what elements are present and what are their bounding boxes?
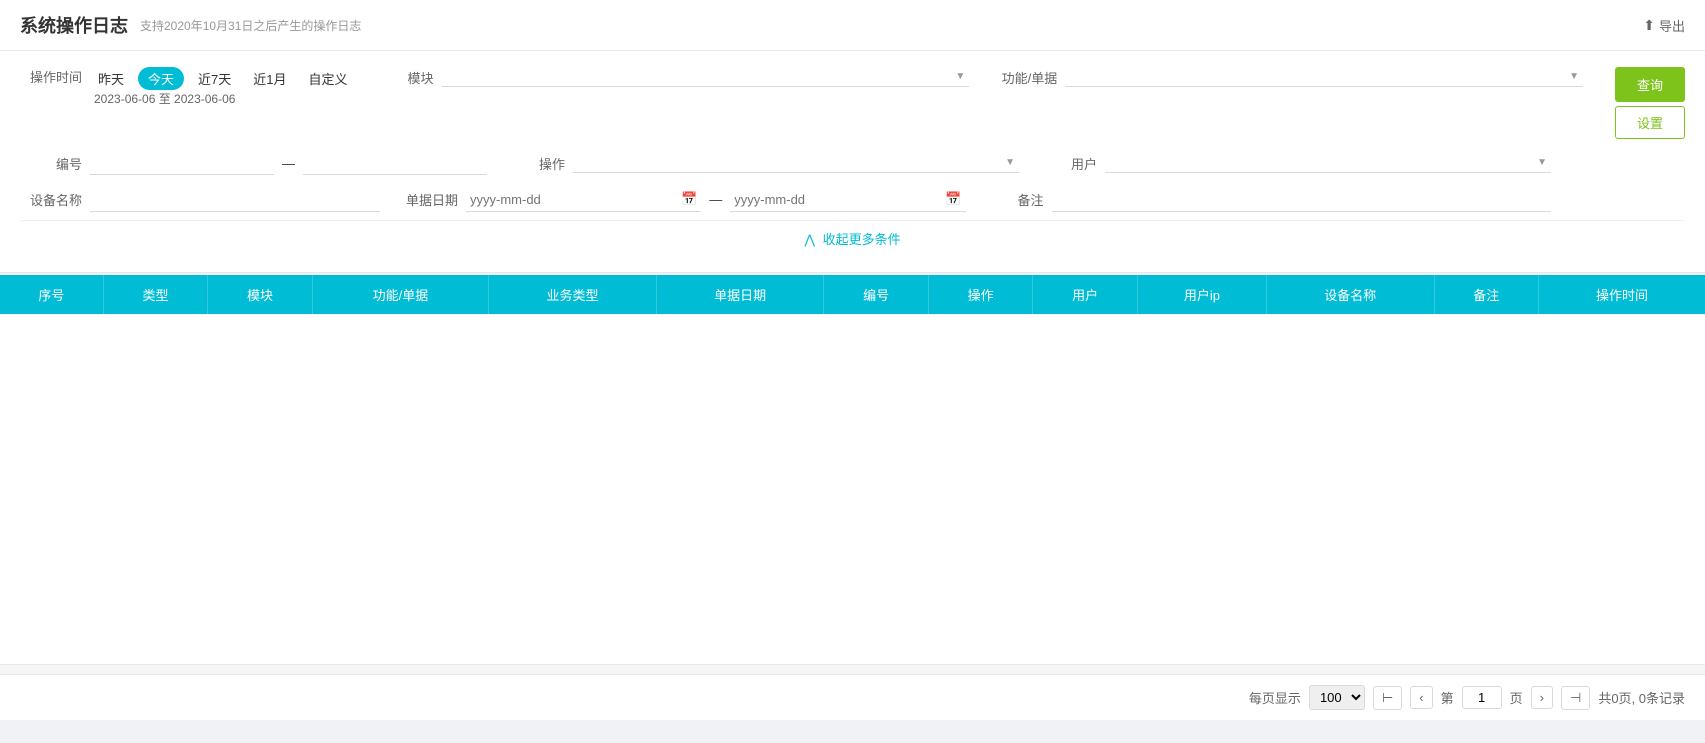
table-header: 序号类型模块功能/单据业务类型单据日期编号操作用户用户ip设备名称备注操作时间 <box>0 275 1705 314</box>
filter-section: 操作时间 昨天 今天 近7天 近1月 自定义 2023-06-06 至 2023… <box>0 51 1705 273</box>
operation-label: 操作 <box>503 154 573 173</box>
table-header-cell: 序号 <box>0 275 103 314</box>
time-btn-7days[interactable]: 近7天 <box>190 67 239 90</box>
scrollbar-area[interactable] <box>0 664 1705 674</box>
table-header-cell: 业务类型 <box>489 275 657 314</box>
page-label-pre: 第 <box>1441 688 1454 707</box>
module-select[interactable]: ▼ <box>442 67 970 87</box>
date-end-input[interactable] <box>734 192 945 207</box>
table-header-cell: 备注 <box>1434 275 1538 314</box>
table-header-cell: 功能/单据 <box>312 275 488 314</box>
page-subtitle: 支持2020年10月31日之后产生的操作日志 <box>140 17 361 34</box>
page-title: 系统操作日志 <box>20 12 128 38</box>
total-label: 共0页, 0条记录 <box>1598 688 1685 707</box>
table-section: 序号类型模块功能/单据业务类型单据日期编号操作用户用户ip设备名称备注操作时间 <box>0 275 1705 664</box>
function-label: 功能/单据 <box>985 68 1065 87</box>
user-select[interactable]: ▼ <box>1105 153 1551 173</box>
calendar-icon-end[interactable]: 📅 <box>945 191 961 207</box>
device-input[interactable] <box>90 188 380 212</box>
function-dropdown-icon: ▼ <box>1569 71 1579 82</box>
time-label: 操作时间 <box>20 67 90 86</box>
collapse-label: 收起更多条件 <box>823 232 901 247</box>
page-header: 系统操作日志 支持2020年10月31日之后产生的操作日志 ⬆ 导出 <box>0 0 1705 51</box>
table-header-cell: 设备名称 <box>1266 275 1434 314</box>
export-label: 导出 <box>1659 16 1685 35</box>
collapse-icon: ⋀ <box>804 232 815 247</box>
time-range-text: 2023-06-06 至 2023-06-06 <box>94 90 356 107</box>
next-page-button[interactable]: › <box>1531 686 1553 709</box>
operation-dropdown-icon: ▼ <box>1005 157 1015 168</box>
module-label: 模块 <box>372 68 442 87</box>
function-select[interactable]: ▼ <box>1065 67 1583 87</box>
table-header-cell: 单据日期 <box>656 275 824 314</box>
data-table: 序号类型模块功能/单据业务类型单据日期编号操作用户用户ip设备名称备注操作时间 <box>0 275 1705 314</box>
time-btn-today[interactable]: 今天 <box>138 67 184 90</box>
user-dropdown-icon: ▼ <box>1537 157 1547 168</box>
code-label: 编号 <box>20 154 90 173</box>
table-header-cell: 操作 <box>928 275 1032 314</box>
per-page-label: 每页显示 <box>1249 688 1301 707</box>
page-number-input[interactable] <box>1462 686 1502 709</box>
export-icon: ⬆ <box>1643 17 1655 34</box>
table-header-cell: 编号 <box>824 275 928 314</box>
time-btn-1month[interactable]: 近1月 <box>245 67 294 90</box>
time-options: 昨天 今天 近7天 近1月 自定义 <box>90 67 356 90</box>
remark-input[interactable] <box>1052 188 1552 212</box>
date-dash: — <box>705 192 726 207</box>
remark-label: 备注 <box>982 190 1052 209</box>
empty-area <box>0 314 1705 664</box>
query-button[interactable]: 查询 <box>1615 67 1685 102</box>
code-input-start[interactable] <box>90 151 274 175</box>
last-page-button[interactable]: ⊣ <box>1561 686 1590 710</box>
setting-button[interactable]: 设置 <box>1615 106 1685 139</box>
time-btn-yesterday[interactable]: 昨天 <box>90 67 132 90</box>
first-page-button[interactable]: ⊢ <box>1373 686 1402 710</box>
code-dash: — <box>274 156 303 171</box>
code-input-end[interactable] <box>303 151 487 175</box>
table-header-cell: 用户 <box>1033 275 1137 314</box>
date-start-input[interactable] <box>470 192 681 207</box>
table-header-cell: 类型 <box>103 275 207 314</box>
device-label: 设备名称 <box>20 190 90 209</box>
scrollbar-inner <box>0 665 1705 674</box>
voucher-date-label: 单据日期 <box>396 190 466 209</box>
page-label-post: 页 <box>1510 688 1523 707</box>
per-page-select[interactable]: 100 50 200 <box>1309 685 1365 710</box>
module-dropdown-icon: ▼ <box>955 71 965 82</box>
action-buttons: 查询 设置 <box>1615 67 1685 139</box>
collapse-bar[interactable]: ⋀ 收起更多条件 <box>20 220 1685 256</box>
user-label: 用户 <box>1035 154 1105 173</box>
calendar-icon-start[interactable]: 📅 <box>681 191 697 207</box>
export-button[interactable]: ⬆ 导出 <box>1643 16 1685 35</box>
operation-select[interactable]: ▼ <box>573 153 1019 173</box>
table-header-cell: 用户ip <box>1137 275 1266 314</box>
table-header-cell: 操作时间 <box>1539 275 1705 314</box>
table-header-cell: 模块 <box>208 275 312 314</box>
pagination-bar: 每页显示 100 50 200 ⊢ ‹ 第 页 › ⊣ 共0页, 0条记录 <box>0 674 1705 720</box>
time-btn-custom[interactable]: 自定义 <box>301 67 356 90</box>
prev-page-button[interactable]: ‹ <box>1410 686 1432 709</box>
